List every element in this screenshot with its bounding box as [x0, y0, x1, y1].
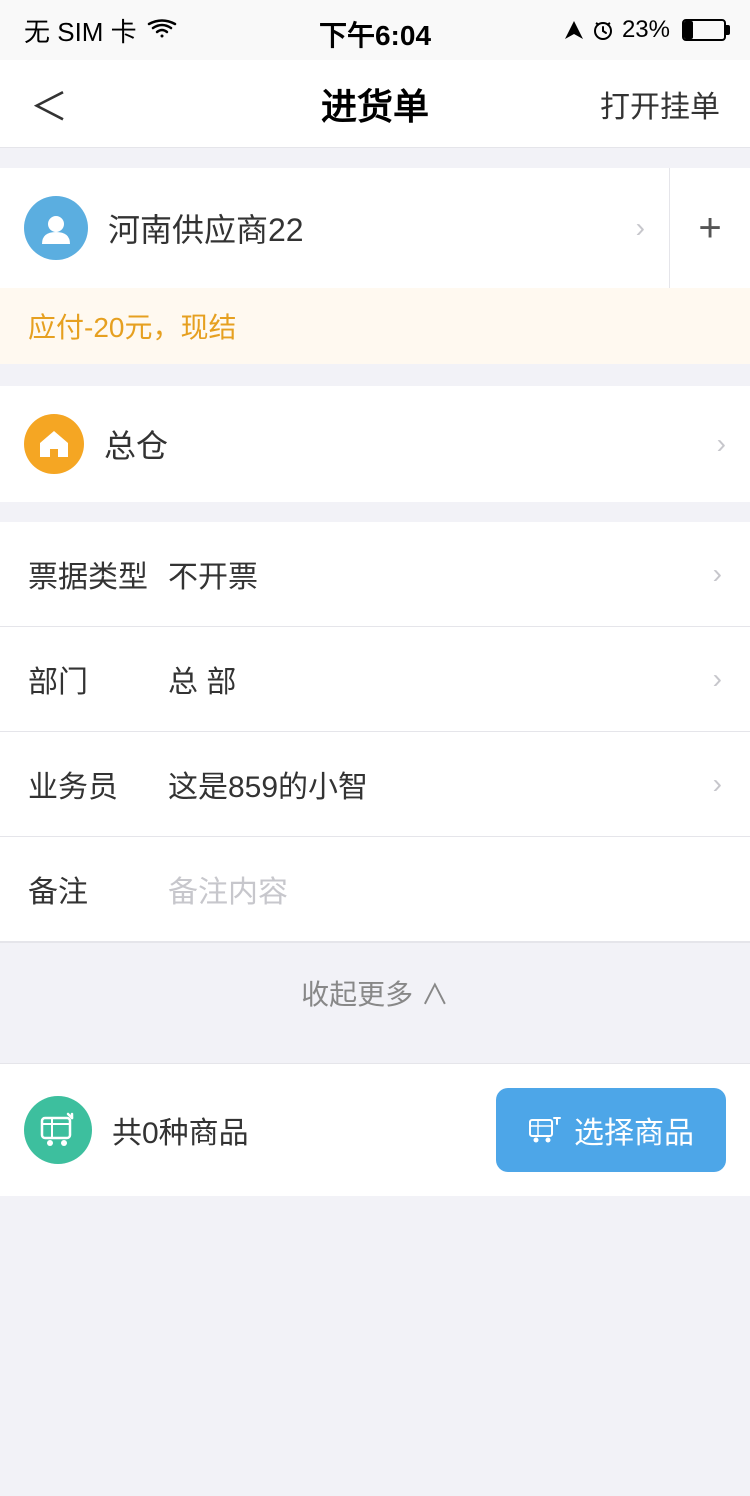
content-area: 河南供应商22 › + 应付-20元，现结 总仓 › 票据类型 不开票 › [0, 148, 750, 1496]
bottom-bar: 共0种商品 选择商品 [0, 1063, 750, 1196]
salesperson-label: 业务员 [28, 762, 168, 806]
back-button[interactable]: ＜ [30, 76, 90, 131]
product-icon-wrap [24, 1096, 92, 1164]
alarm-icon [592, 19, 614, 41]
salesperson-chevron-icon: › [713, 768, 722, 800]
dept-value: 总 部 [168, 657, 705, 701]
status-bar: 无 SIM 卡 下午6:04 23% [0, 0, 750, 60]
section-gap-1 [0, 148, 750, 168]
supplier-avatar [24, 196, 88, 260]
salesperson-row[interactable]: 业务员 这是859的小智 › [0, 732, 750, 837]
remark-label: 备注 [28, 867, 168, 911]
product-count: 共0种商品 [112, 1108, 496, 1152]
warehouse-icon [24, 414, 84, 474]
dept-label: 部门 [28, 657, 168, 701]
warehouse-chevron-icon: › [717, 428, 726, 460]
salesperson-value: 这是859的小智 [168, 762, 705, 806]
select-cart-icon [528, 1116, 562, 1144]
status-carrier: 无 SIM 卡 [24, 12, 177, 49]
home-icon [37, 427, 71, 461]
section-gap-2 [0, 364, 750, 384]
dept-chevron-icon: › [713, 663, 722, 695]
supplier-section: 河南供应商22 › + [0, 168, 750, 288]
ticket-chevron-icon: › [713, 558, 722, 590]
battery-icon [682, 19, 726, 41]
gray-fill [0, 1196, 750, 1496]
wifi-icon [147, 18, 177, 42]
ticket-type-row[interactable]: 票据类型 不开票 › [0, 522, 750, 627]
form-section: 票据类型 不开票 › 部门 总 部 › 业务员 这是859的小智 › 备注 备注… [0, 522, 750, 1043]
remark-input[interactable]: 备注内容 [168, 867, 722, 911]
open-pending-button[interactable]: 打开挂单 [600, 82, 720, 126]
chevron-icon: › [636, 212, 645, 244]
status-time: 下午6:04 [319, 14, 431, 54]
warehouse-section: 总仓 › [0, 386, 750, 502]
collapse-button[interactable]: 收起更多 ∧ [0, 942, 750, 1043]
warehouse-name: 总仓 [104, 421, 705, 467]
status-right: 23% [564, 16, 726, 44]
select-product-button[interactable]: 选择商品 [496, 1088, 726, 1172]
remark-row[interactable]: 备注 备注内容 [0, 837, 750, 942]
supplier-selector[interactable]: 河南供应商22 › [0, 168, 670, 288]
supplier-name: 河南供应商22 [108, 205, 624, 251]
person-icon [38, 210, 74, 246]
dept-row[interactable]: 部门 总 部 › [0, 627, 750, 732]
warning-banner: 应付-20元，现结 [0, 288, 750, 364]
warehouse-selector[interactable]: 总仓 › [0, 386, 750, 502]
ticket-type-value: 不开票 [168, 552, 705, 596]
cart-icon [38, 1110, 78, 1150]
location-icon [564, 20, 584, 40]
add-supplier-button[interactable]: + [670, 168, 750, 288]
ticket-type-label: 票据类型 [28, 552, 168, 596]
page-title: 进货单 [321, 78, 429, 130]
nav-bar: ＜ 进货单 打开挂单 [0, 60, 750, 148]
